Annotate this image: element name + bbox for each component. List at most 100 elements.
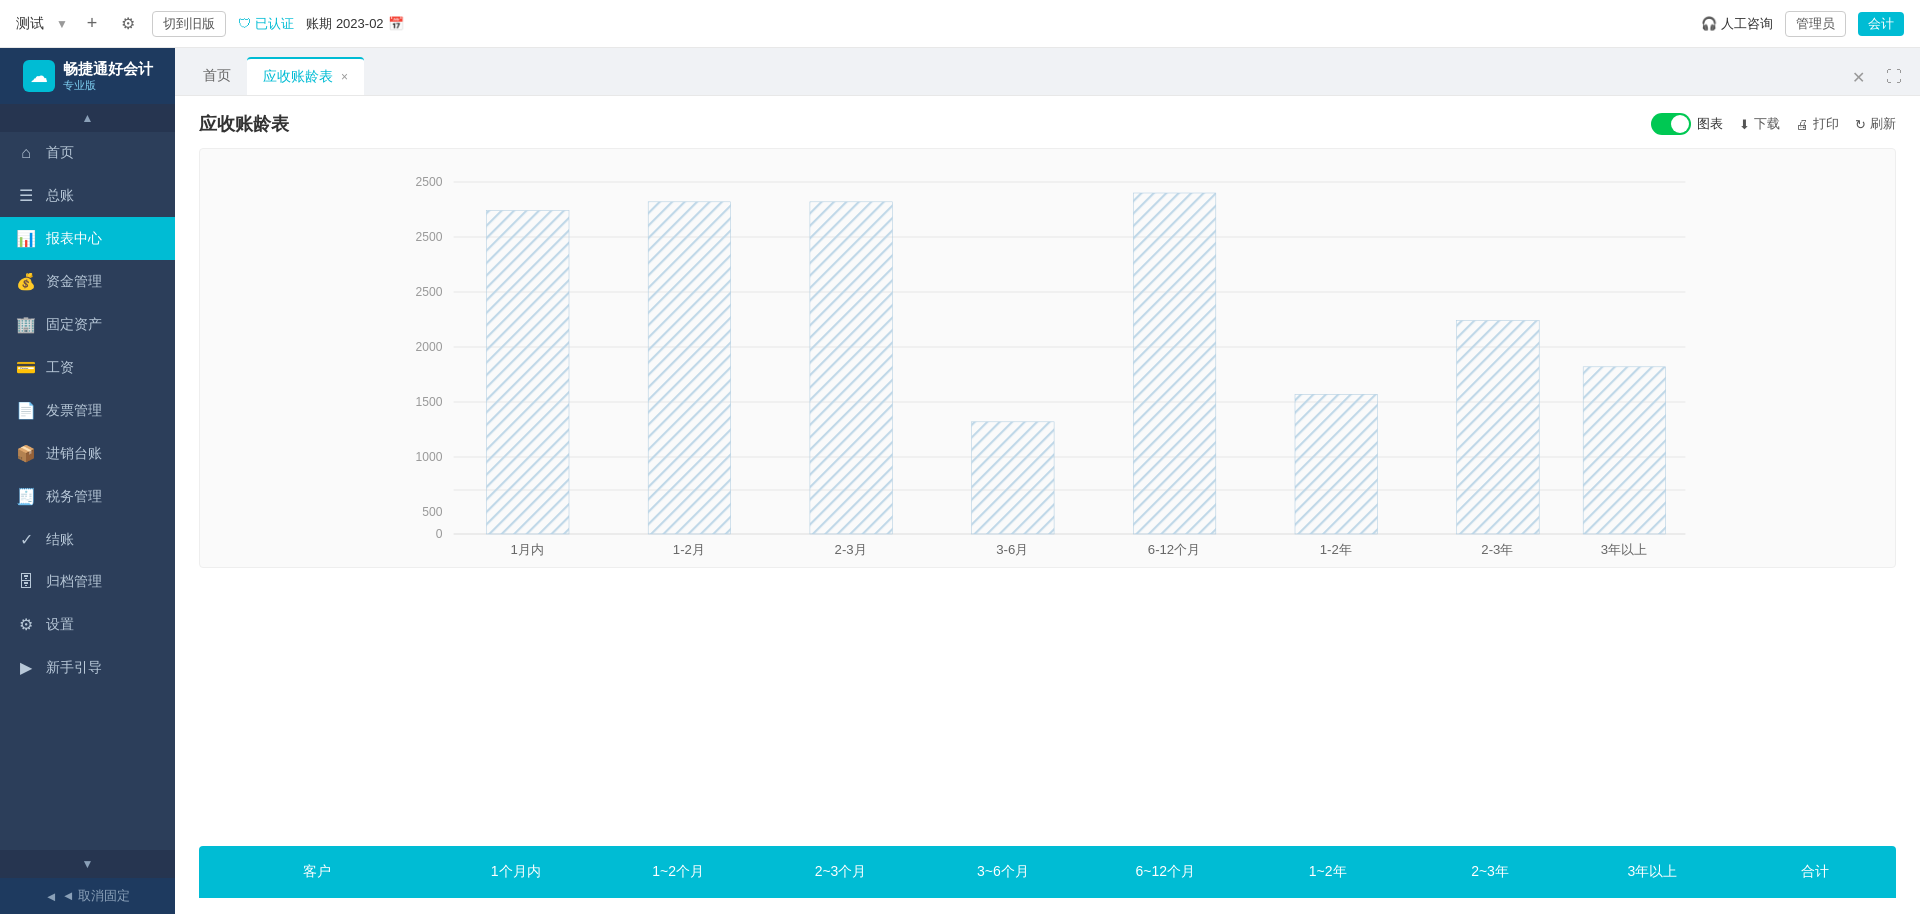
calendar-icon[interactable]: 📅: [388, 16, 404, 31]
pin-icon: ◄: [45, 889, 58, 904]
tab-home[interactable]: 首页: [187, 57, 247, 95]
bar-3年以上: [1583, 367, 1666, 534]
assets-icon: 🏢: [16, 315, 36, 334]
table-header-2: 1~2个月: [597, 863, 759, 881]
table-header-row: 客户1个月内1~2个月2~3个月3~6个月6~12个月1~2年2~3年3年以上合…: [199, 846, 1896, 898]
svg-text:2000: 2000: [416, 340, 443, 354]
bar-3-6月: [972, 422, 1055, 534]
settings-icon[interactable]: ⚙: [116, 12, 140, 36]
sidebar-item-inventory[interactable]: 📦 进销台账: [0, 432, 175, 475]
print-button[interactable]: 🖨 打印: [1796, 115, 1839, 133]
svg-text:0: 0: [436, 527, 443, 541]
sidebar-label-invoice: 发票管理: [46, 402, 102, 420]
sidebar-nav: ⌂ 首页 ☰ 总账 📊 报表中心 💰 资金管理 🏢 固定资产 💳 工资 📄 发票…: [0, 132, 175, 850]
tab-active-label: 应收账龄表: [263, 68, 333, 86]
sidebar-item-tax[interactable]: 🧾 税务管理: [0, 475, 175, 518]
bar-chart: 2500 2500 2500 2000 1500 1000 500 0: [199, 148, 1896, 568]
chart-toggle-label: 图表: [1697, 115, 1723, 133]
sidebar-label-funds: 资金管理: [46, 273, 102, 291]
svg-text:2-3月: 2-3月: [835, 542, 867, 557]
content-area: 首页 应收账龄表 × ✕ ⛶ 应收账龄表: [175, 48, 1920, 914]
table-header-1: 1个月内: [435, 863, 597, 881]
print-label: 打印: [1813, 115, 1839, 133]
chevron-up-icon: ▲: [82, 111, 94, 125]
shield-icon: 🛡: [238, 16, 251, 31]
download-button[interactable]: ⬇ 下载: [1739, 115, 1780, 133]
tab-close-icon[interactable]: ×: [341, 70, 348, 84]
sidebar-scroll-up[interactable]: ▲: [0, 104, 175, 132]
tax-icon: 🧾: [16, 487, 36, 506]
expand-icon: ⛶: [1886, 68, 1902, 86]
svg-text:3年以上: 3年以上: [1601, 542, 1647, 557]
top-header: 测试 ▼ + ⚙ 切到旧版 🛡 已认证 账期 2023-02 📅 🎧 人工咨询 …: [0, 0, 1920, 48]
sidebar-item-home[interactable]: ⌂ 首页: [0, 132, 175, 174]
old-version-button[interactable]: 切到旧版: [152, 11, 226, 37]
toggle-switch[interactable]: [1651, 113, 1691, 135]
table-header-7: 2~3年: [1409, 863, 1571, 881]
table-header-5: 6~12个月: [1084, 863, 1246, 881]
table-header-9: 合计: [1734, 863, 1896, 881]
sidebar-label-guide: 新手引导: [46, 659, 102, 677]
table-header-4: 3~6个月: [922, 863, 1084, 881]
svg-text:1月内: 1月内: [511, 542, 544, 557]
refresh-icon: ↻: [1855, 117, 1866, 132]
sidebar-label-reports: 报表中心: [46, 230, 102, 248]
refresh-button[interactable]: ↻ 刷新: [1855, 115, 1896, 133]
close-icon: ✕: [1852, 68, 1865, 87]
period-value: 2023-02: [336, 16, 384, 31]
table-header-0: 客户: [199, 863, 435, 881]
add-tab-button[interactable]: +: [80, 12, 104, 36]
close-icon: ✓: [16, 530, 36, 549]
main-layout: ☁ 畅捷通好会计 专业版 ▲ ⌂ 首页 ☰ 总账 📊 报表中心 💰 资金管理 🏢…: [0, 48, 1920, 914]
sidebar-item-reports[interactable]: 📊 报表中心: [0, 217, 175, 260]
sidebar-label-inventory: 进销台账: [46, 445, 102, 463]
chevron-down-icon[interactable]: ▼: [56, 17, 68, 31]
user-button[interactable]: 管理员: [1785, 11, 1846, 37]
chevron-down-icon: ▼: [82, 857, 94, 871]
page-header: 应收账龄表 图表 ⬇ 下载 🖨 打印: [175, 96, 1920, 148]
logo-subtitle: 专业版: [63, 78, 153, 93]
sidebar-item-settings[interactable]: ⚙ 设置: [0, 603, 175, 646]
download-label: 下载: [1754, 115, 1780, 133]
expand-button[interactable]: ⛶: [1880, 63, 1908, 91]
svg-text:500: 500: [422, 505, 442, 519]
chart-area: 2500 2500 2500 2000 1500 1000 500 0: [175, 148, 1920, 846]
sidebar-item-funds[interactable]: 💰 资金管理: [0, 260, 175, 303]
close-all-tabs-button[interactable]: ✕: [1844, 63, 1872, 91]
sidebar-item-invoice[interactable]: 📄 发票管理: [0, 389, 175, 432]
sidebar-item-assets[interactable]: 🏢 固定资产: [0, 303, 175, 346]
bar-2-3年: [1457, 321, 1540, 534]
ledger-icon: ☰: [16, 186, 36, 205]
download-icon: ⬇: [1739, 117, 1750, 132]
period-label: 账期: [306, 15, 332, 33]
sidebar-label-archive: 归档管理: [46, 573, 102, 591]
sidebar-scroll-down[interactable]: ▼: [0, 850, 175, 878]
archive-icon: 🗄: [16, 573, 36, 591]
svg-text:2-3年: 2-3年: [1481, 542, 1513, 557]
sidebar-item-guide[interactable]: ▶ 新手引导: [0, 646, 175, 689]
svg-text:1500: 1500: [416, 395, 443, 409]
table-header-3: 2~3个月: [759, 863, 921, 881]
tab-home-label: 首页: [203, 67, 231, 85]
bar-6-12月: [1133, 193, 1216, 534]
sidebar-label-salary: 工资: [46, 359, 74, 377]
svg-text:3-6月: 3-6月: [996, 542, 1028, 557]
print-icon: 🖨: [1796, 117, 1809, 132]
unpin-button[interactable]: ◄ ◄ 取消固定: [0, 878, 175, 914]
role-button[interactable]: 会计: [1858, 12, 1904, 36]
sidebar-item-archive[interactable]: 🗄 归档管理: [0, 561, 175, 603]
sidebar-item-ledger[interactable]: ☰ 总账: [0, 174, 175, 217]
tab-accounts-aging[interactable]: 应收账龄表 ×: [247, 57, 364, 95]
sidebar-logo: ☁ 畅捷通好会计 专业版: [0, 48, 175, 104]
salary-icon: 💳: [16, 358, 36, 377]
page-content: 应收账龄表 图表 ⬇ 下载 🖨 打印: [175, 96, 1920, 914]
chart-svg: 2500 2500 2500 2000 1500 1000 500 0: [200, 149, 1895, 567]
sidebar-item-salary[interactable]: 💳 工资: [0, 346, 175, 389]
chart-toggle[interactable]: 图表: [1651, 113, 1723, 135]
verified-label: 已认证: [255, 15, 294, 33]
service-button[interactable]: 🎧 人工咨询: [1701, 15, 1773, 33]
sidebar-item-close[interactable]: ✓ 结账: [0, 518, 175, 561]
sidebar-label-assets: 固定资产: [46, 316, 102, 334]
table-header-6: 1~2年: [1246, 863, 1408, 881]
period-info: 账期 2023-02 📅: [306, 15, 404, 33]
